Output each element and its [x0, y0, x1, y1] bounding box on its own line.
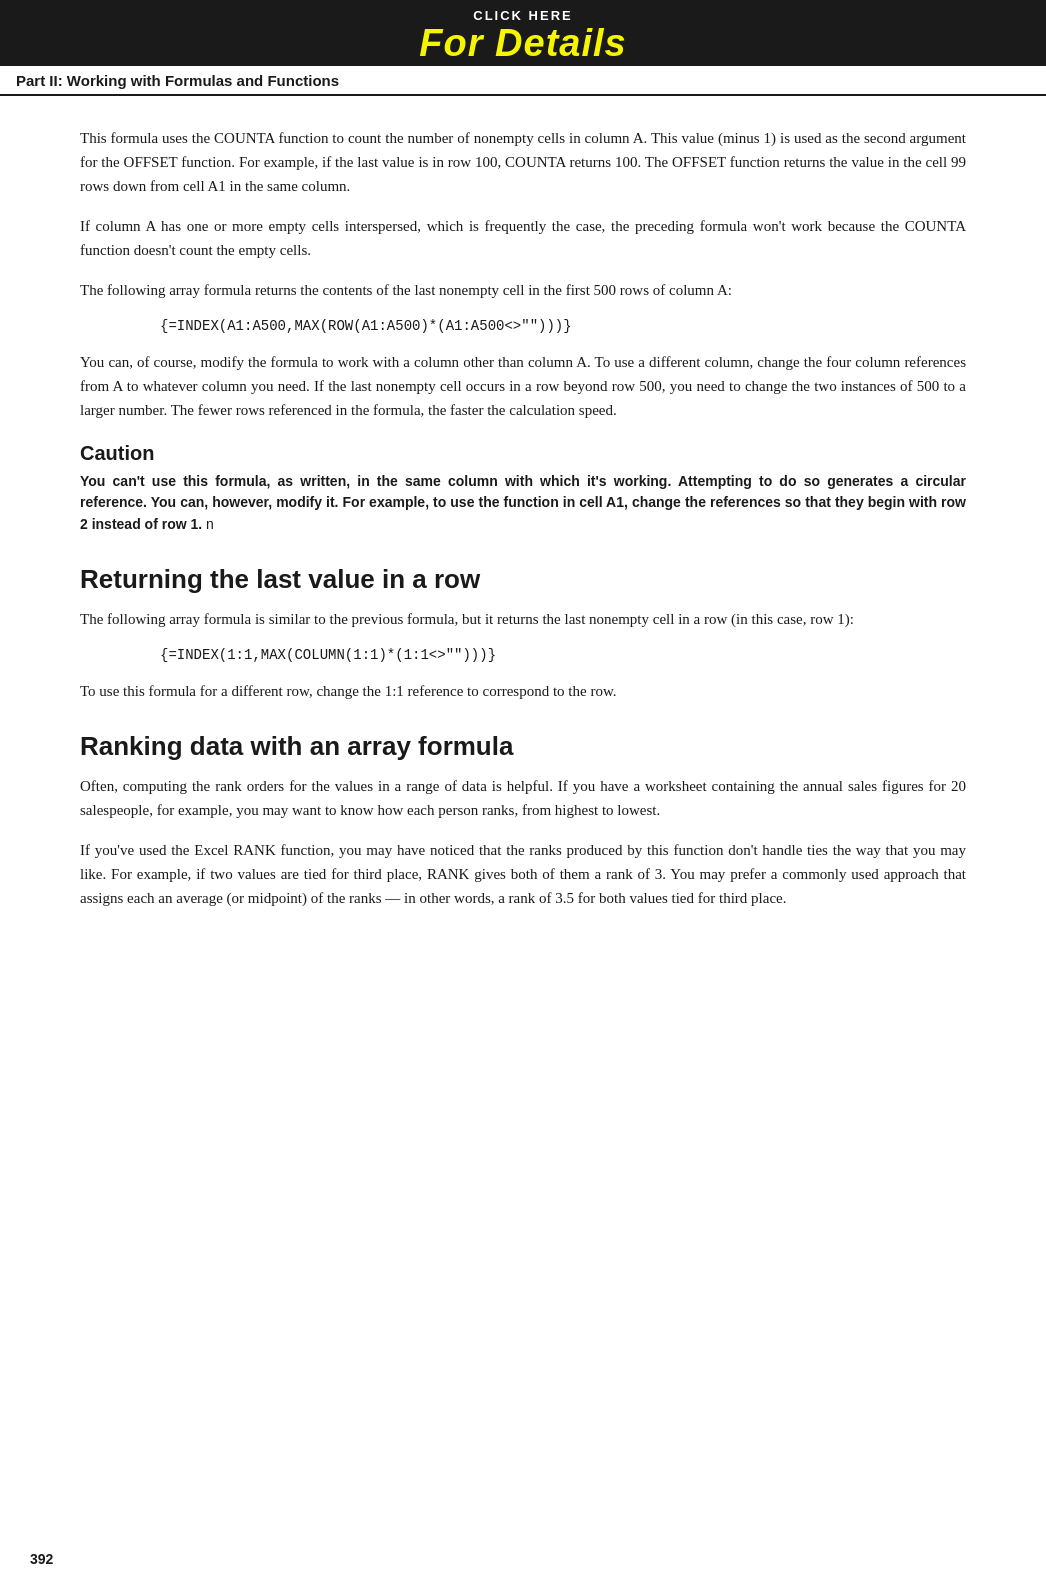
section1-formula: {=INDEX(1:1,MAX(COLUMN(1:1)*(1:1<>"")))}: [160, 647, 966, 663]
banner: CLICK HERE For Details: [0, 0, 1046, 66]
section1-paragraph-1: The following array formula is similar t…: [80, 607, 966, 631]
section2-heading: Ranking data with an array formula: [80, 731, 966, 762]
paragraph-3: The following array formula returns the …: [80, 278, 966, 302]
for-details-text: For Details: [0, 24, 1046, 62]
section1-heading: Returning the last value in a row: [80, 564, 966, 595]
section2-paragraph-2: If you've used the Excel RANK function, …: [80, 838, 966, 910]
paragraph-4: You can, of course, modify the formula t…: [80, 350, 966, 422]
caution-title: Caution: [80, 442, 966, 465]
caution-body: You can't use this formula, as written, …: [80, 471, 966, 536]
section2-paragraph-1: Often, computing the rank orders for the…: [80, 774, 966, 822]
formula-1: {=INDEX(A1:A500,MAX(ROW(A1:A500)*(A1:A50…: [160, 318, 966, 334]
caution-suffix: n: [202, 516, 214, 532]
page-number: 392: [30, 1551, 53, 1567]
main-content: This formula uses the COUNTA function to…: [0, 96, 1046, 986]
paragraph-1: This formula uses the COUNTA function to…: [80, 126, 966, 198]
part-header-text: Part II: Working with Formulas and Funct…: [16, 72, 339, 89]
section1-paragraph-2: To use this formula for a different row,…: [80, 679, 966, 703]
paragraph-2: If column A has one or more empty cells …: [80, 214, 966, 262]
part-header: Part II: Working with Formulas and Funct…: [0, 66, 1046, 96]
caution-section: Caution You can't use this formula, as w…: [80, 442, 966, 536]
